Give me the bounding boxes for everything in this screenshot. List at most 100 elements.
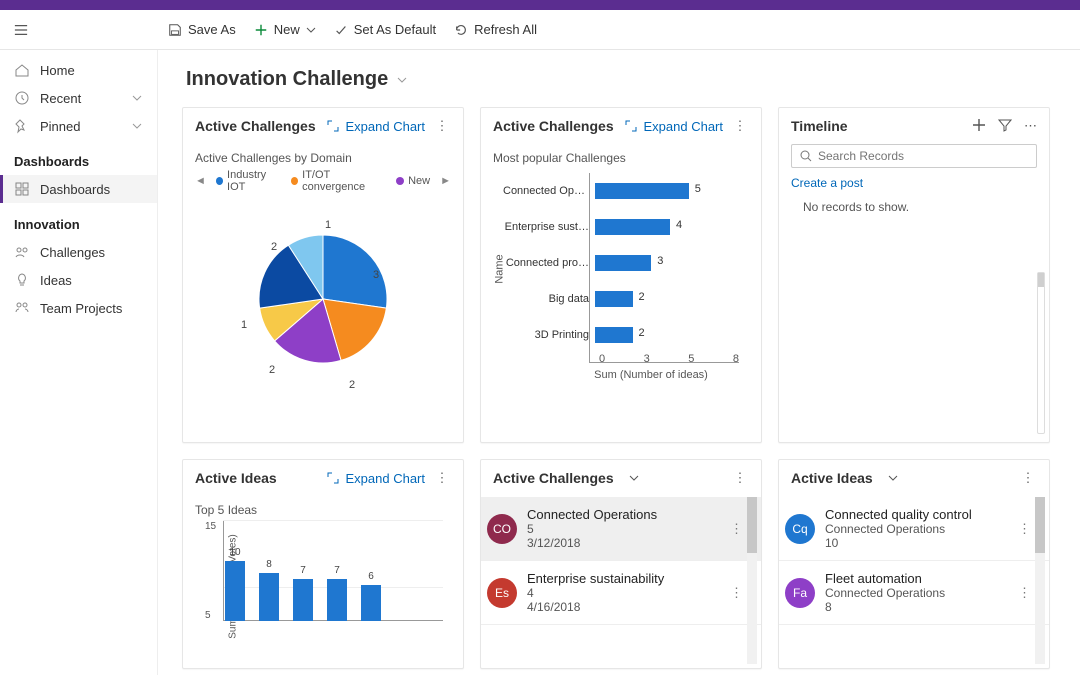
saveas-button[interactable]: Save As	[168, 22, 236, 37]
bar-subtitle: Most popular Challenges	[481, 145, 761, 173]
column-bar: 8	[259, 573, 279, 621]
list-item[interactable]: Fa Fleet automation Connected Operations…	[779, 561, 1049, 625]
pie-legend: ◄ Industry IOT IT/OT convergence New ►	[183, 165, 463, 199]
chevron-down-icon[interactable]	[628, 472, 640, 484]
sidebar-item-challenges[interactable]: Challenges	[0, 238, 157, 266]
list-item[interactable]: Es Enterprise sustainability 4 4/16/2018…	[481, 561, 761, 625]
legend-item[interactable]: IT/OT convergence	[291, 169, 386, 193]
refresh-button[interactable]: Refresh All	[454, 22, 537, 37]
column-bar: 10	[225, 561, 245, 621]
challenges-icon	[14, 244, 30, 260]
column-bar: 7	[327, 579, 347, 621]
pie-value-label: 3	[373, 269, 379, 281]
pie-value-label: 2	[269, 364, 275, 376]
timeline-create-post[interactable]: Create a post	[779, 176, 1049, 196]
item-more-button[interactable]: ⋮	[730, 521, 743, 537]
card-timeline: Timeline ⋯ Create a post No records to s…	[778, 107, 1050, 443]
page-title[interactable]: Innovation Challenge	[158, 50, 1080, 99]
col-subtitle: Top 5 Ideas	[183, 497, 463, 521]
hamburger-button[interactable]	[14, 23, 28, 37]
more-button[interactable]: ⋮	[1019, 470, 1037, 486]
team-icon	[14, 300, 30, 316]
pie-subtitle: Active Challenges by Domain	[183, 145, 463, 165]
pie-value-label: 1	[241, 319, 247, 331]
new-button[interactable]: New	[254, 22, 316, 37]
card-pie: Active Challenges Expand Chart ⋮ Active …	[182, 107, 464, 443]
sidebar: Home Recent Pinned Dashboards Dashboards…	[0, 50, 158, 675]
item-more-button[interactable]: ⋮	[730, 585, 743, 601]
dashboards-label: Dashboards	[40, 182, 110, 197]
timeline-filter-button[interactable]	[998, 118, 1012, 134]
lightbulb-icon	[14, 272, 30, 288]
more-button[interactable]: ⋮	[433, 118, 451, 134]
clock-icon	[14, 90, 30, 106]
app-bar	[0, 0, 1080, 10]
more-button[interactable]: ⋮	[731, 470, 749, 486]
more-button[interactable]: ⋮	[433, 470, 451, 486]
teamprojects-label: Team Projects	[40, 301, 122, 316]
avatar: Cq	[785, 514, 815, 544]
pie-value-label: 2	[349, 379, 355, 391]
legend-prev[interactable]: ◄	[195, 175, 206, 187]
search-icon	[800, 150, 812, 162]
sidebar-item-pinned[interactable]: Pinned	[0, 112, 157, 140]
legend-item[interactable]: Industry IOT	[216, 169, 281, 193]
bar-xlabel: Sum (Number of ideas)	[563, 369, 739, 381]
timeline-search-input[interactable]	[818, 149, 1028, 163]
saveas-label: Save As	[188, 22, 236, 37]
chevron-down-icon	[131, 120, 143, 132]
expand-icon	[326, 119, 340, 133]
expand-icon	[326, 471, 340, 485]
timeline-more-button[interactable]: ⋯	[1024, 118, 1037, 134]
expand-label: Expand Chart	[346, 119, 426, 134]
expand-chart-button[interactable]: Expand Chart	[326, 471, 426, 486]
refresh-label: Refresh All	[474, 22, 537, 37]
timeline-search[interactable]	[791, 144, 1037, 168]
column-chart: Sum (Number of Votes) 155 108776	[195, 521, 451, 641]
legend-next[interactable]: ►	[440, 175, 451, 187]
sidebar-item-teamprojects[interactable]: Team Projects	[0, 294, 157, 322]
timeline-add-button[interactable]	[972, 118, 986, 134]
challenges-label: Challenges	[40, 245, 105, 260]
sidebar-item-recent[interactable]: Recent	[0, 84, 157, 112]
item-more-button[interactable]: ⋮	[1018, 521, 1031, 537]
list-scrollbar[interactable]	[747, 497, 757, 664]
new-label: New	[274, 22, 300, 37]
setdefault-label: Set As Default	[354, 22, 436, 37]
card-list2-title: Active Ideas	[791, 470, 873, 486]
page-title-text: Innovation Challenge	[186, 68, 388, 91]
expand-label: Expand Chart	[644, 119, 724, 134]
timeline-scrollbar[interactable]	[1037, 272, 1045, 434]
sidebar-item-dashboards[interactable]: Dashboards	[0, 175, 157, 203]
recent-label: Recent	[40, 91, 81, 106]
item-more-button[interactable]: ⋮	[1018, 585, 1031, 601]
pie-value-label: 1	[325, 219, 331, 231]
list-item[interactable]: CO Connected Operations 5 3/12/2018 ⋮	[481, 497, 761, 561]
avatar: Fa	[785, 578, 815, 608]
expand-chart-button[interactable]: Expand Chart	[624, 119, 724, 134]
expand-chart-button[interactable]: Expand Chart	[326, 119, 426, 134]
legend-item[interactable]: New	[396, 169, 430, 193]
avatar: Es	[487, 578, 517, 608]
more-button[interactable]: ⋮	[731, 118, 749, 134]
pinned-label: Pinned	[40, 119, 80, 134]
pin-icon	[14, 118, 30, 134]
ideas-label: Ideas	[40, 273, 72, 288]
command-bar: Save As New Set As Default Refresh All	[0, 10, 1080, 50]
card-bar: Active Challenges Expand Chart ⋮ Most po…	[480, 107, 762, 443]
setdefault-button[interactable]: Set As Default	[334, 22, 436, 37]
sidebar-item-ideas[interactable]: Ideas	[0, 266, 157, 294]
chevron-down-icon[interactable]	[887, 472, 899, 484]
expand-label: Expand Chart	[346, 471, 426, 486]
chevron-down-icon	[306, 25, 316, 35]
timeline-title: Timeline	[791, 118, 848, 134]
chevron-down-icon	[131, 92, 143, 104]
list-scrollbar[interactable]	[1035, 497, 1045, 664]
pie-value-label: 2	[271, 241, 277, 253]
column-bar: 7	[293, 579, 313, 621]
main-content: Innovation Challenge Active Challenges E…	[158, 50, 1080, 675]
column-bar: 6	[361, 585, 381, 621]
expand-icon	[624, 119, 638, 133]
list-item[interactable]: Cq Connected quality control Connected O…	[779, 497, 1049, 561]
sidebar-item-home[interactable]: Home	[0, 56, 157, 84]
